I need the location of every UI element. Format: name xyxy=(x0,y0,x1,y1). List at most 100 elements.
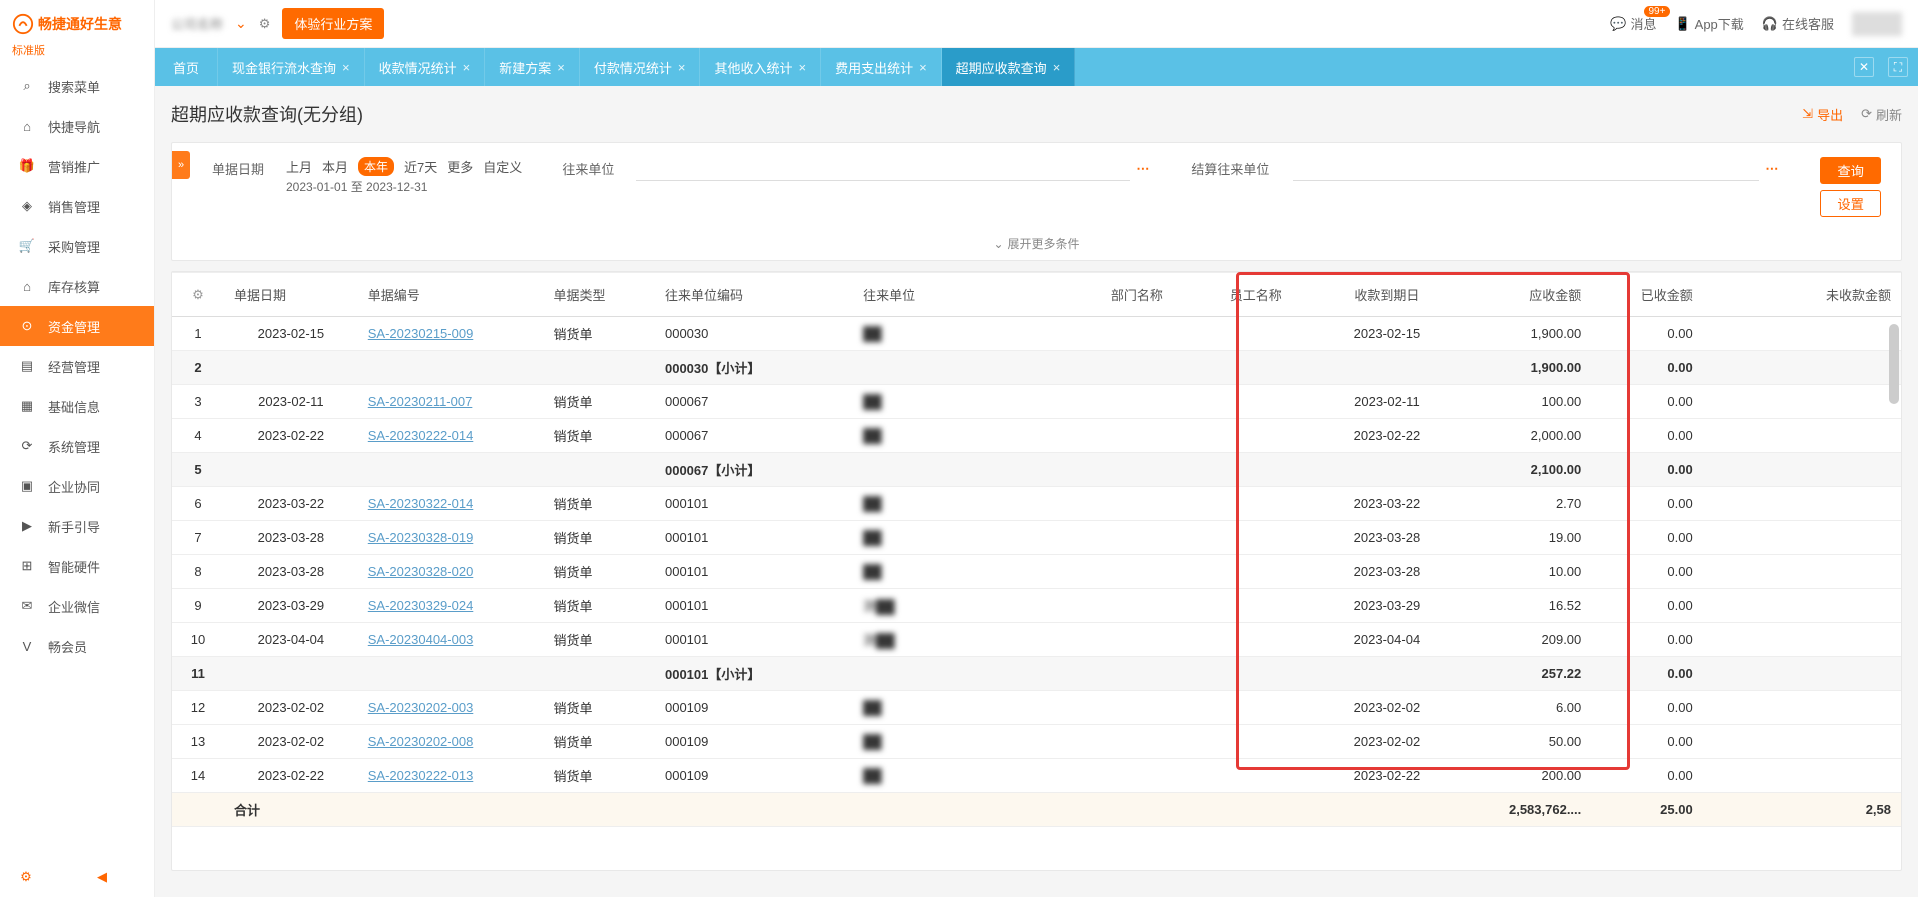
date-preset-4[interactable]: 更多 xyxy=(447,157,473,176)
tab-close-icon[interactable]: × xyxy=(557,60,565,75)
cell-docno[interactable]: SA-20230222-014 xyxy=(358,419,544,453)
table-row[interactable]: 1 2023-02-15 SA-20230215-009 销货单 000030 … xyxy=(172,317,1901,351)
tab-3[interactable]: 新建方案× xyxy=(485,48,580,86)
avatar[interactable] xyxy=(1852,12,1902,36)
cell-docno[interactable]: SA-20230329-024 xyxy=(358,589,544,623)
table-row[interactable]: 9 2023-03-29 SA-20230329-024 销货单 000101 … xyxy=(172,589,1901,623)
scrollbar[interactable] xyxy=(1889,324,1899,404)
table-row[interactable]: 7 2023-03-28 SA-20230328-019 销货单 000101 … xyxy=(172,521,1901,555)
col-header-type[interactable]: 单据类型 xyxy=(544,273,655,317)
date-preset-5[interactable]: 自定义 xyxy=(483,157,522,176)
sidebar-item-10[interactable]: ▣企业协同 xyxy=(0,466,154,506)
settle-unit-input[interactable] xyxy=(1293,157,1759,181)
table-settings-icon[interactable]: ⚙ xyxy=(172,273,224,317)
sidebar-item-3[interactable]: ◈销售管理 xyxy=(0,186,154,226)
date-preset-1[interactable]: 本月 xyxy=(322,157,348,176)
date-preset-0[interactable]: 上月 xyxy=(286,157,312,176)
sidebar-item-8[interactable]: ▦基础信息 xyxy=(0,386,154,426)
sidebar-item-6[interactable]: ⊙资金管理 xyxy=(0,306,154,346)
try-solution-button[interactable]: 体验行业方案 xyxy=(282,8,384,39)
tab-7[interactable]: 超期应收款查询× xyxy=(942,48,1076,86)
tab-close-icon[interactable]: × xyxy=(919,60,927,75)
col-header-unit[interactable]: 往来单位 xyxy=(853,273,1101,317)
tab-4[interactable]: 付款情况统计× xyxy=(580,48,701,86)
app-download-link[interactable]: 📱 App下载 xyxy=(1674,14,1743,33)
expand-filters-button[interactable]: ⌄ 展开更多条件 xyxy=(172,231,1901,260)
sidebar-item-4[interactable]: 🛒采购管理 xyxy=(0,226,154,266)
table-row[interactable]: 4 2023-02-22 SA-20230222-014 销货单 000067 … xyxy=(172,419,1901,453)
col-header-emp[interactable]: 员工名称 xyxy=(1220,273,1307,317)
table-row[interactable]: 2 000030【小计】 1,900.00 0.00 xyxy=(172,351,1901,385)
tab-close-icon[interactable]: × xyxy=(342,60,350,75)
message-link[interactable]: 💬 消息 99+ xyxy=(1610,14,1656,33)
cell-docno[interactable]: SA-20230215-009 xyxy=(358,317,544,351)
query-button[interactable]: 查询 xyxy=(1820,157,1881,184)
cell-docno[interactable]: SA-20230322-014 xyxy=(358,487,544,521)
tab-0[interactable]: 首页 xyxy=(155,48,218,86)
col-header-dept[interactable]: 部门名称 xyxy=(1101,273,1220,317)
cell-docno[interactable]: SA-20230404-003 xyxy=(358,623,544,657)
date-preset-2[interactable]: 本年 xyxy=(358,157,394,176)
tab-2[interactable]: 收款情况统计× xyxy=(365,48,486,86)
sidebar-item-13[interactable]: ✉企业微信 xyxy=(0,586,154,626)
close-tab-icon[interactable]: ✕ xyxy=(1854,57,1874,77)
date-preset-3[interactable]: 近7天 xyxy=(404,157,437,176)
gear-icon[interactable]: ⚙ xyxy=(259,16,271,32)
filter-date: 单据日期 上月本月本年近7天更多自定义 2023-01-01 至 2023-12… xyxy=(212,157,522,195)
cell-docno[interactable]: SA-20230222-013 xyxy=(358,759,544,793)
tab-close-icon[interactable]: × xyxy=(463,60,471,75)
cell-docno[interactable]: SA-20230202-003 xyxy=(358,691,544,725)
fullscreen-icon[interactable]: ⛶ xyxy=(1888,57,1908,77)
row-index: 8 xyxy=(172,555,224,589)
col-header-date[interactable]: 单据日期 xyxy=(224,273,358,317)
cell-docno[interactable]: SA-20230202-008 xyxy=(358,725,544,759)
col-header-unpaid[interactable]: 未收款金额 xyxy=(1777,273,1901,317)
sidebar-item-0[interactable]: ⌕搜索菜单 xyxy=(0,66,154,106)
table-row[interactable]: 3 2023-02-11 SA-20230211-007 销货单 000067 … xyxy=(172,385,1901,419)
table-row[interactable]: 8 2023-03-28 SA-20230328-020 销货单 000101 … xyxy=(172,555,1901,589)
tab-close-icon[interactable]: × xyxy=(798,60,806,75)
refresh-button[interactable]: ⟳ 刷新 xyxy=(1861,105,1902,124)
tab-5[interactable]: 其他收入统计× xyxy=(700,48,821,86)
col-header-recv[interactable]: 应收金额 xyxy=(1467,273,1591,317)
sidebar-item-1[interactable]: ⌂快捷导航 xyxy=(0,106,154,146)
cell-docno[interactable]: SA-20230211-007 xyxy=(358,385,544,419)
tab-close-icon[interactable]: × xyxy=(1053,60,1061,75)
cell-docno[interactable]: SA-20230328-020 xyxy=(358,555,544,589)
col-header-duedate[interactable]: 收款到期日 xyxy=(1306,273,1467,317)
cell-duedate: 2023-02-02 xyxy=(1306,691,1467,725)
unit-picker-icon[interactable]: ⋯ xyxy=(1136,161,1151,177)
sidebar-item-14[interactable]: V畅会员 xyxy=(0,626,154,666)
settings-icon[interactable]: ⚙ xyxy=(18,869,34,885)
table-row[interactable]: 13 2023-02-02 SA-20230202-008 销货单 000109… xyxy=(172,725,1901,759)
sidebar-item-5[interactable]: ⌂库存核算 xyxy=(0,266,154,306)
chevron-down-icon[interactable]: ⌄ xyxy=(235,15,247,32)
sidebar-item-7[interactable]: ▤经营管理 xyxy=(0,346,154,386)
sidebar-item-2[interactable]: 🎁营销推广 xyxy=(0,146,154,186)
sidebar-item-12[interactable]: ⊞智能硬件 xyxy=(0,546,154,586)
cell-code: 000067 xyxy=(655,385,853,419)
tab-6[interactable]: 费用支出统计× xyxy=(821,48,942,86)
cell-recv: 257.22 xyxy=(1467,657,1591,691)
sidebar-item-11[interactable]: ▶新手引导 xyxy=(0,506,154,546)
table-row[interactable]: 14 2023-02-22 SA-20230222-013 销货单 000109… xyxy=(172,759,1901,793)
col-header-docno[interactable]: 单据编号 xyxy=(358,273,544,317)
settle-unit-picker-icon[interactable]: ⋯ xyxy=(1765,161,1780,177)
sidebar-item-9[interactable]: ⟳系统管理 xyxy=(0,426,154,466)
tab-close-icon[interactable]: × xyxy=(678,60,686,75)
export-button[interactable]: ⇲ 导出 xyxy=(1802,105,1843,124)
unit-input[interactable] xyxy=(636,157,1130,181)
cell-docno[interactable]: SA-20230328-019 xyxy=(358,521,544,555)
online-service-link[interactable]: 🎧 在线客服 xyxy=(1762,14,1834,33)
collapse-filter-icon[interactable]: » xyxy=(172,151,190,179)
table-row[interactable]: 5 000067【小计】 2,100.00 0.00 xyxy=(172,453,1901,487)
table-row[interactable]: 12 2023-02-02 SA-20230202-003 销货单 000109… xyxy=(172,691,1901,725)
table-row[interactable]: 6 2023-03-22 SA-20230322-014 销货单 000101 … xyxy=(172,487,1901,521)
table-row[interactable]: 11 000101【小计】 257.22 0.00 xyxy=(172,657,1901,691)
tab-1[interactable]: 现金银行流水查询× xyxy=(218,48,365,86)
col-header-code[interactable]: 往来单位编码 xyxy=(655,273,853,317)
col-header-paid[interactable]: 已收金额 xyxy=(1591,273,1702,317)
filter-setting-button[interactable]: 设置 xyxy=(1820,190,1881,217)
table-row[interactable]: 10 2023-04-04 SA-20230404-003 销货单 000101… xyxy=(172,623,1901,657)
collapse-sidebar-icon[interactable]: ◀ xyxy=(94,869,110,885)
